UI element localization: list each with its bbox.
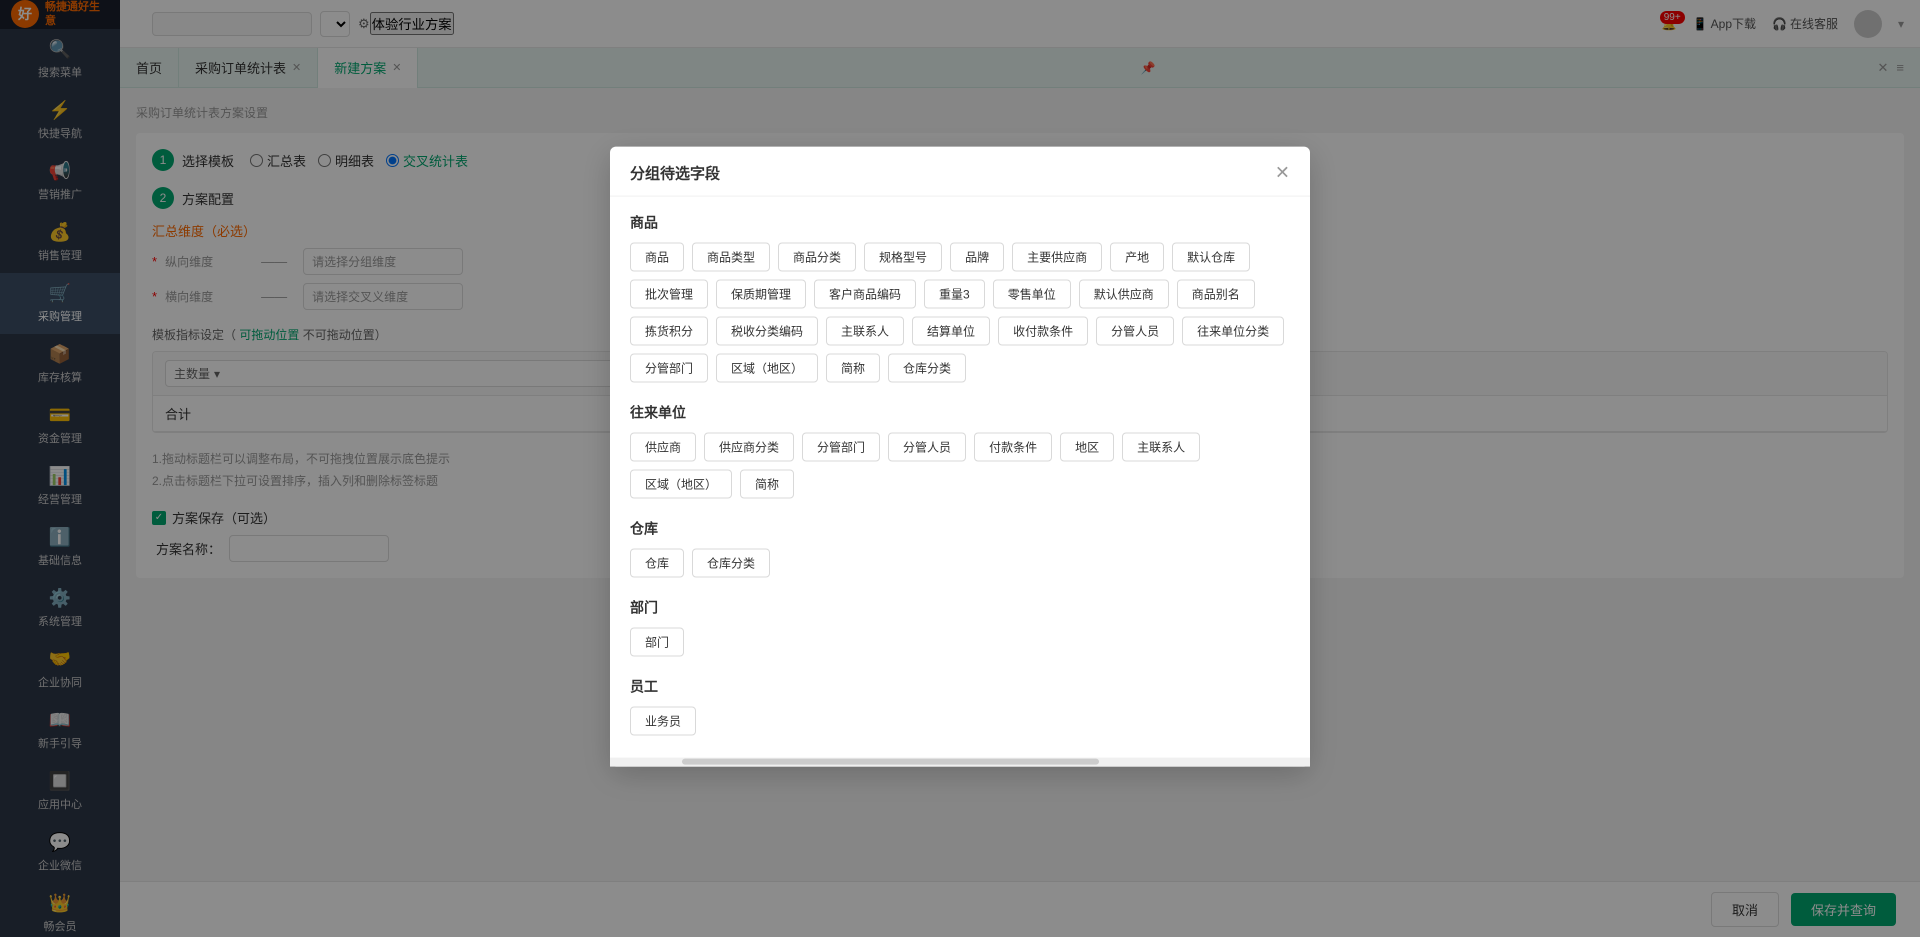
- field-chip[interactable]: 重量3: [924, 279, 985, 308]
- field-chip[interactable]: 分管部门: [630, 353, 708, 382]
- field-chip[interactable]: 拣货积分: [630, 316, 708, 345]
- field-chip[interactable]: 仓库分类: [692, 548, 770, 577]
- field-chip[interactable]: 部门: [630, 627, 684, 656]
- field-group-title-partner: 往来单位: [630, 402, 1290, 422]
- field-chip[interactable]: 税收分类编码: [716, 316, 818, 345]
- field-chip[interactable]: 零售单位: [993, 279, 1071, 308]
- field-chip[interactable]: 分管人员: [1096, 316, 1174, 345]
- dialog-horizontal-scroll[interactable]: [610, 758, 1310, 767]
- field-group-partner: 往来单位供应商供应商分类分管部门分管人员付款条件地区主联系人区域（地区） 简称: [630, 402, 1290, 498]
- field-chip[interactable]: 付款条件: [974, 432, 1052, 461]
- field-chip[interactable]: 仓库分类: [888, 353, 966, 382]
- field-chip[interactable]: 默认供应商: [1079, 279, 1169, 308]
- dialog-header: 分组待选字段 ✕: [610, 146, 1310, 196]
- field-chips-employee: 业务员: [630, 706, 1290, 735]
- field-group-title-employee: 员工: [630, 676, 1290, 696]
- field-select-dialog: 分组待选字段 ✕ 商品商品商品类型商品分类规格型号品牌主要供应商产地默认仓库批次…: [610, 146, 1310, 766]
- field-group-title-warehouse: 仓库: [630, 518, 1290, 538]
- dialog-close-button[interactable]: ✕: [1275, 164, 1290, 182]
- field-chip[interactable]: 批次管理: [630, 279, 708, 308]
- field-chip[interactable]: 往来单位分类: [1182, 316, 1284, 345]
- field-chip[interactable]: 品牌: [950, 242, 1004, 271]
- field-chip[interactable]: 主联系人: [1122, 432, 1200, 461]
- field-chips-product: 商品商品类型商品分类规格型号品牌主要供应商产地默认仓库批次管理保质期管理客户商品…: [630, 242, 1290, 382]
- field-chip[interactable]: 地区: [1060, 432, 1114, 461]
- field-group-employee: 员工业务员: [630, 676, 1290, 735]
- field-chip[interactable]: 区域（地区）: [716, 353, 818, 382]
- dialog-body: 商品商品商品类型商品分类规格型号品牌主要供应商产地默认仓库批次管理保质期管理客户…: [610, 196, 1310, 757]
- dialog-title: 分组待选字段: [630, 162, 720, 183]
- field-chip[interactable]: 商品别名: [1177, 279, 1255, 308]
- field-group-department: 部门部门: [630, 597, 1290, 656]
- field-chip[interactable]: 业务员: [630, 706, 696, 735]
- field-chip[interactable]: 产地: [1110, 242, 1164, 271]
- field-chip[interactable]: 保质期管理: [716, 279, 806, 308]
- field-group-title-department: 部门: [630, 597, 1290, 617]
- field-chip[interactable]: 简称: [826, 353, 880, 382]
- field-chip[interactable]: 商品: [630, 242, 684, 271]
- field-group-product: 商品商品商品类型商品分类规格型号品牌主要供应商产地默认仓库批次管理保质期管理客户…: [630, 212, 1290, 382]
- field-chips-warehouse: 仓库仓库分类: [630, 548, 1290, 577]
- field-chip[interactable]: 规格型号: [864, 242, 942, 271]
- field-chips-partner: 供应商供应商分类分管部门分管人员付款条件地区主联系人区域（地区） 简称: [630, 432, 1290, 498]
- field-chip[interactable]: 商品类型: [692, 242, 770, 271]
- field-chip[interactable]: 默认仓库: [1172, 242, 1250, 271]
- field-chip[interactable]: 供应商分类: [704, 432, 794, 461]
- scroll-thumb: [682, 759, 1100, 765]
- field-chip[interactable]: 收付款条件: [998, 316, 1088, 345]
- field-chip[interactable]: 客户商品编码: [814, 279, 916, 308]
- field-chip[interactable]: 区域（地区）: [630, 469, 732, 498]
- field-group-warehouse: 仓库仓库仓库分类: [630, 518, 1290, 577]
- field-chip[interactable]: 供应商: [630, 432, 696, 461]
- field-chip[interactable]: 商品分类: [778, 242, 856, 271]
- field-group-title-product: 商品: [630, 212, 1290, 232]
- field-chip[interactable]: 仓库: [630, 548, 684, 577]
- field-chip[interactable]: 结算单位: [912, 316, 990, 345]
- field-chips-department: 部门: [630, 627, 1290, 656]
- field-chip[interactable]: 简称: [740, 469, 794, 498]
- field-chip[interactable]: 分管人员: [888, 432, 966, 461]
- field-chip[interactable]: 分管部门: [802, 432, 880, 461]
- field-chip[interactable]: 主要供应商: [1012, 242, 1102, 271]
- field-chip[interactable]: 主联系人: [826, 316, 904, 345]
